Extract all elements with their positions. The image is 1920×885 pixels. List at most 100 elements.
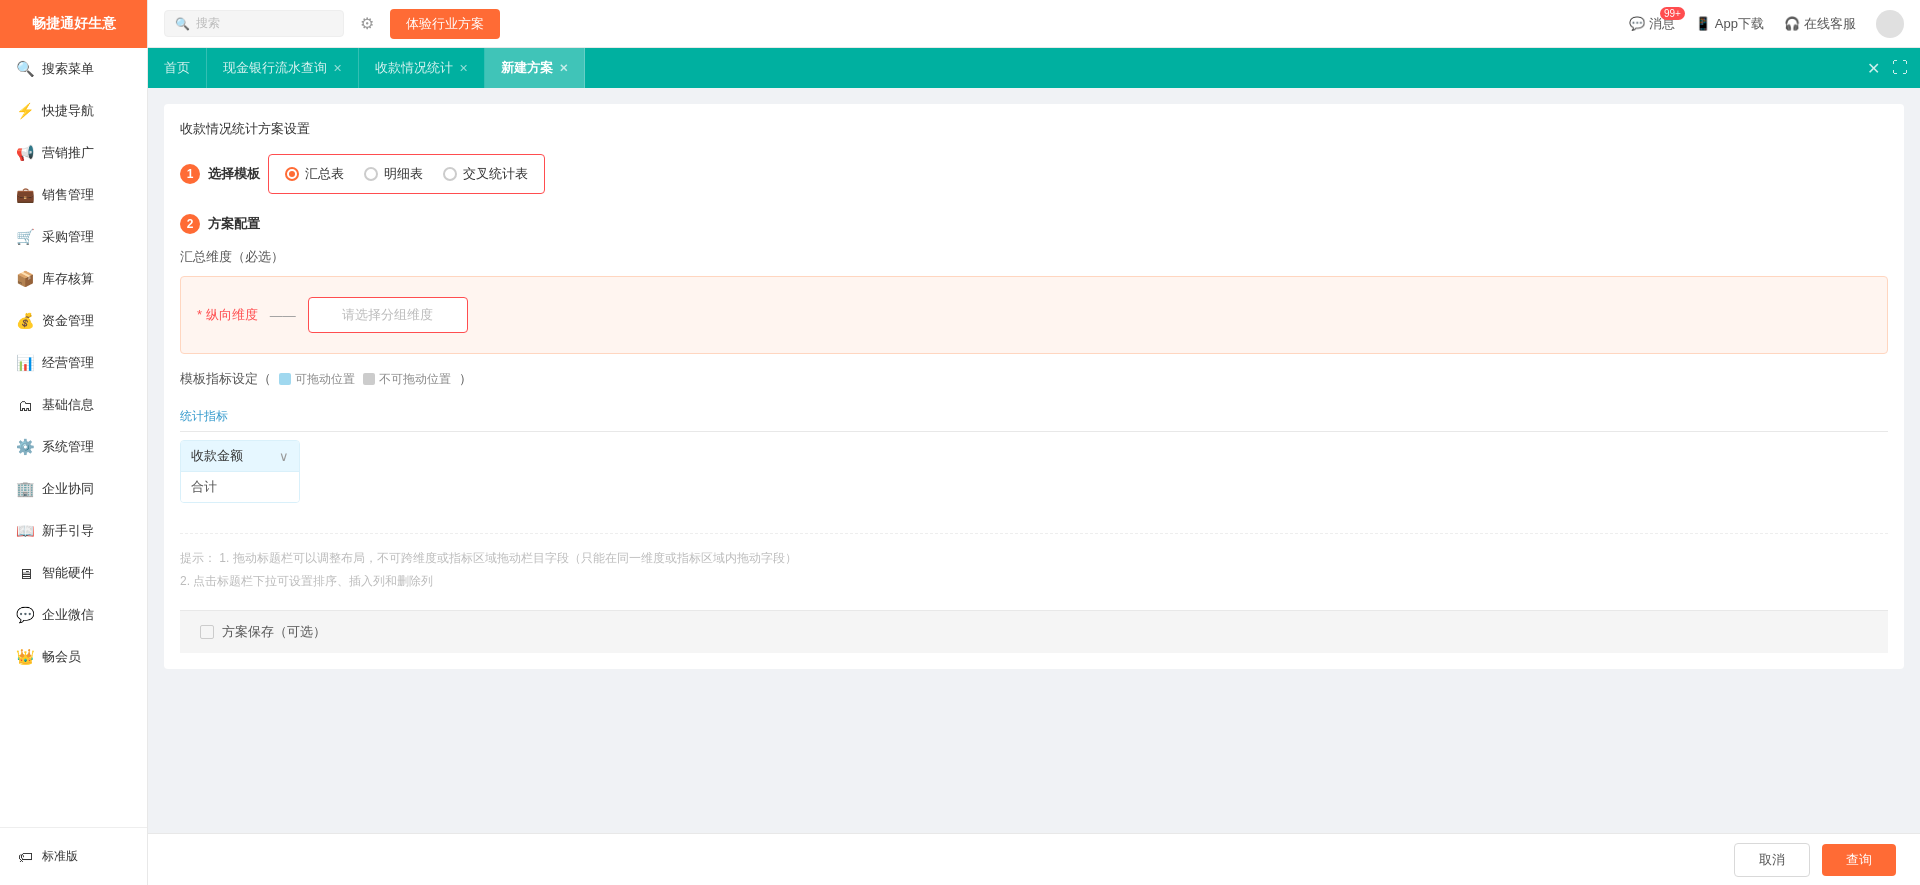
dim-row: * 纵向维度 —— 请选择分组维度	[197, 297, 1871, 333]
sidebar-item-6[interactable]: 💰 资金管理	[0, 300, 147, 342]
sidebar-item-11[interactable]: 📖 新手引导	[0, 510, 147, 552]
sidebar-icon-14: 👑	[16, 648, 34, 666]
sidebar-label-5: 库存核算	[42, 270, 94, 288]
sidebar-item-10[interactable]: 🏢 企业协同	[0, 468, 147, 510]
radio-summary-label: 汇总表	[305, 165, 344, 183]
sidebar-label-9: 系统管理	[42, 438, 94, 456]
radio-crosstab[interactable]: 交叉统计表	[443, 165, 528, 183]
sidebar-icon-10: 🏢	[16, 480, 34, 498]
tab-close-icon-2[interactable]: ✕	[459, 62, 468, 75]
tab-3[interactable]: 新建方案✕	[485, 48, 585, 88]
sidebar-item-5[interactable]: 📦 库存核算	[0, 258, 147, 300]
tab-1[interactable]: 现金银行流水查询✕	[207, 48, 359, 88]
download-label: App下载	[1715, 15, 1764, 33]
radio-detail-circle	[364, 167, 378, 181]
tab-0[interactable]: 首页	[148, 48, 207, 88]
legend-fixed-text: 不可拖动位置	[379, 371, 451, 388]
sidebar-item-9[interactable]: ⚙️ 系统管理	[0, 426, 147, 468]
avatar[interactable]	[1876, 10, 1904, 38]
page-title: 收款情况统计方案设置	[180, 120, 1888, 138]
sidebar-icon-5: 📦	[16, 270, 34, 288]
sidebar-label-11: 新手引导	[42, 522, 94, 540]
sidebar-icon-1: ⚡	[16, 102, 34, 120]
sidebar-item-7[interactable]: 📊 经营管理	[0, 342, 147, 384]
sidebar-item-edition: 🏷 标准版	[0, 836, 147, 877]
section1-title: 选择模板	[208, 165, 260, 183]
stats-card-body: 合计	[181, 471, 299, 502]
metrics-label-text: 模板指标设定（	[180, 370, 271, 388]
page-footer: 方案保存（可选）	[180, 610, 1888, 653]
stats-card-header[interactable]: 收款金额 ∨	[181, 441, 299, 471]
app-name: 畅捷通好生意	[32, 15, 116, 33]
cancel-button[interactable]: 取消	[1734, 843, 1810, 877]
dim-select-box[interactable]: 请选择分组维度	[308, 297, 468, 333]
sidebar-icon-2: 📢	[16, 144, 34, 162]
search-box[interactable]: 🔍 搜索	[164, 10, 344, 37]
radio-group-template: 汇总表 明细表 交叉统计表	[285, 165, 528, 183]
sidebar-label-13: 企业微信	[42, 606, 94, 624]
topbar-right: 💬 消息 99+ 📱 App下载 🎧 在线客服	[1629, 10, 1904, 38]
stats-label: 统计指标	[180, 408, 1888, 432]
dim-select-placeholder: 请选择分组维度	[342, 307, 433, 322]
messages-btn[interactable]: 💬 消息 99+	[1629, 15, 1675, 33]
sidebar-item-4[interactable]: 🛒 采购管理	[0, 216, 147, 258]
legend-draggable-dot	[279, 373, 291, 385]
sidebar-label-14: 畅会员	[42, 648, 81, 666]
sidebar-item-8[interactable]: 🗂 基础信息	[0, 384, 147, 426]
stats-card-body-text: 合计	[191, 479, 217, 494]
section1-num: 1	[180, 164, 200, 184]
page-container: 收款情况统计方案设置 1 选择模板 汇总表 明细表	[164, 104, 1904, 669]
radio-summary-circle	[285, 167, 299, 181]
maximize-icon[interactable]: ⛶	[1892, 59, 1908, 77]
sidebar-label-10: 企业协同	[42, 480, 94, 498]
sidebar-label-1: 快捷导航	[42, 102, 94, 120]
action-bar: 取消 查询	[148, 833, 1920, 885]
support-btn[interactable]: 🎧 在线客服	[1784, 15, 1856, 33]
sidebar-label-12: 智能硬件	[42, 564, 94, 582]
radio-detail[interactable]: 明细表	[364, 165, 423, 183]
download-btn[interactable]: 📱 App下载	[1695, 15, 1764, 33]
tabs-actions: ✕ ⛶	[1855, 48, 1920, 88]
sidebar-item-0[interactable]: 🔍 搜索菜单	[0, 48, 147, 90]
download-icon: 📱	[1695, 16, 1711, 31]
save-plan-checkbox[interactable]	[200, 625, 214, 639]
sidebar-icon-11: 📖	[16, 522, 34, 540]
tab-close-icon-3[interactable]: ✕	[559, 62, 568, 75]
dimension-area: * 纵向维度 —— 请选择分组维度	[180, 276, 1888, 354]
legend-fixed-dot	[363, 373, 375, 385]
tip-line-1: 提示： 1. 拖动标题栏可以调整布局，不可跨维度或指标区域拖动栏目字段（只能在同…	[180, 550, 1888, 567]
radio-detail-label: 明细表	[384, 165, 423, 183]
sidebar-item-1[interactable]: ⚡ 快捷导航	[0, 90, 147, 132]
sidebar-label-7: 经营管理	[42, 354, 94, 372]
sidebar-item-13[interactable]: 💬 企业微信	[0, 594, 147, 636]
search-placeholder: 搜索	[196, 15, 220, 32]
tip-line-2: 2. 点击标题栏下拉可设置排序、插入列和删除列	[180, 573, 1888, 590]
legend-draggable: 可拖动位置	[279, 371, 355, 388]
save-plan-label: 方案保存（可选）	[222, 623, 326, 641]
sidebar-icon-8: 🗂	[16, 397, 34, 414]
gear-icon[interactable]: ⚙	[360, 14, 374, 33]
section2-num: 2	[180, 214, 200, 234]
app-logo: 畅捷通好生意	[0, 0, 147, 48]
tab-label-2: 收款情况统计	[375, 59, 453, 77]
tab-2[interactable]: 收款情况统计 ✕	[359, 48, 485, 88]
radio-crosstab-label: 交叉统计表	[463, 165, 528, 183]
trial-button[interactable]: 体验行业方案	[390, 9, 500, 39]
sidebar-label-0: 搜索菜单	[42, 60, 94, 78]
close-window-icon[interactable]: ✕	[1867, 59, 1880, 78]
stats-card: 收款金额 ∨ 合计	[180, 440, 300, 503]
chevron-down-icon: ∨	[279, 449, 289, 464]
sidebar-item-12[interactable]: 🖥 智能硬件	[0, 552, 147, 594]
section-template: 1 选择模板 汇总表 明细表 交叉统计表	[180, 154, 1888, 194]
query-button[interactable]: 查询	[1822, 844, 1896, 876]
tabs-bar: 首页现金银行流水查询✕收款情况统计✕新建方案✕ ✕ ⛶	[148, 48, 1920, 88]
sidebar-item-14[interactable]: 👑 畅会员	[0, 636, 147, 678]
sidebar-item-2[interactable]: 📢 营销推广	[0, 132, 147, 174]
template-select-box: 汇总表 明细表 交叉统计表	[268, 154, 545, 194]
sidebar-item-3[interactable]: 💼 销售管理	[0, 174, 147, 216]
tab-label-0: 首页	[164, 59, 190, 77]
radio-summary[interactable]: 汇总表	[285, 165, 344, 183]
section2-header: 2 方案配置	[180, 214, 1888, 234]
tab-close-icon-1[interactable]: ✕	[333, 62, 342, 75]
main-content: 收款情况统计方案设置 1 选择模板 汇总表 明细表	[148, 88, 1920, 885]
